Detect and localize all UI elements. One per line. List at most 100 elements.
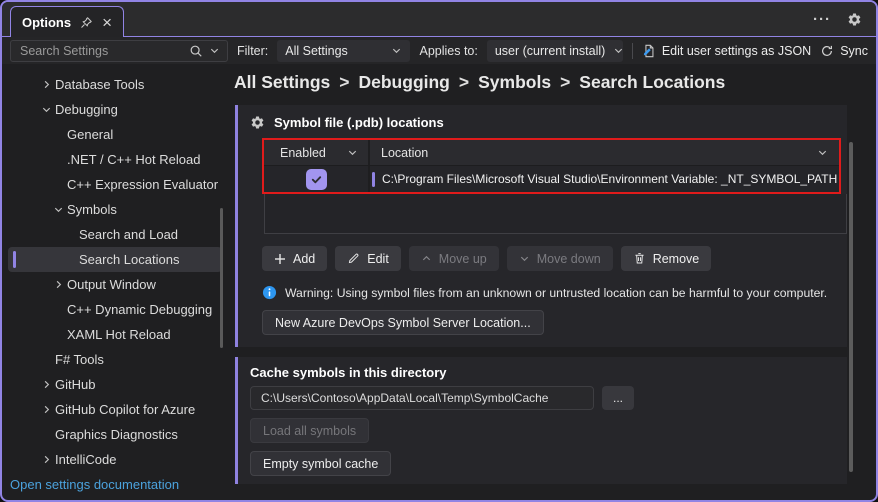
settings-nav: Database Tools Debugging General .NET / C++… [2,64,232,500]
enabled-cell [264,166,370,192]
empty-symbol-cache-button[interactable]: Empty symbol cache [250,451,391,476]
sidebar-item-label: Debugging [55,102,118,117]
chevron-down-icon [613,45,624,56]
sync-button[interactable]: Sync [820,44,868,58]
sidebar-item-intellicode[interactable]: IntelliCode [8,447,222,472]
close-icon[interactable]: × [102,14,112,31]
sidebar-item-xaml-hot-reload[interactable]: XAML Hot Reload [8,322,222,347]
new-azure-devops-location-button[interactable]: New Azure DevOps Symbol Server Location.… [262,310,544,335]
breadcrumb-separator: > [459,72,469,92]
chevron-right-icon[interactable] [53,279,67,290]
chevron-right-icon[interactable] [41,404,55,415]
sidebar-item-label: XAML Hot Reload [67,327,171,342]
options-tab[interactable]: Options × [10,6,124,37]
chevron-right-icon[interactable] [41,79,55,90]
sidebar-item-label: GitHub [55,377,95,392]
highlight-red-box: Enabled Location [262,138,841,194]
pin-icon[interactable] [80,16,93,29]
sidebar-item-database-tools[interactable]: Database Tools [8,72,222,97]
sidebar-item-label: Database Tools [55,77,144,92]
sidebar-item-label: GitHub Copilot for Azure [55,402,195,417]
sidebar-item-label: C++ Expression Evaluator [67,177,218,192]
symbol-locations-section: Symbol file (.pdb) locations Enabled Loc… [235,105,847,347]
cache-path-input[interactable] [250,386,594,410]
load-all-symbols-button[interactable]: Load all symbols [250,418,369,443]
sidebar-item-label: Search and Load [79,227,178,242]
sidebar-item-label: Graphics Diagnostics [55,427,178,442]
move-up-button[interactable]: Move up [409,246,499,271]
breadcrumb-segment: All Settings [234,72,330,92]
content-scrollbar[interactable] [849,142,853,472]
sync-icon [820,44,834,58]
cache-section-title: Cache symbols in this directory [250,365,835,380]
location-row[interactable]: C:\Program Files\Microsoft Visual Studio… [264,165,839,192]
sidebar-item-net-c-hot-reload[interactable]: .NET / C++ Hot Reload [8,147,222,172]
search-input[interactable] [18,43,183,59]
sidebar-item-github[interactable]: GitHub [8,372,222,397]
dialog-body: Database Tools Debugging General .NET / C++… [2,64,876,500]
enabled-column-label: Enabled [280,146,326,160]
sidebar-item-output-window[interactable]: Output Window [8,272,222,297]
sidebar-item-search-locations[interactable]: Search Locations [8,247,222,272]
breadcrumb-separator: > [339,72,349,92]
gear-icon[interactable] [847,12,862,27]
filter-dropdown[interactable]: All Settings [277,40,410,62]
enabled-checkbox[interactable] [306,169,327,190]
window-title: Options [22,15,71,30]
gear-icon [250,115,265,130]
enabled-column-header[interactable]: Enabled [264,140,370,165]
remove-button[interactable]: Remove [621,246,712,271]
titlebar: Options × ··· [2,2,876,36]
edit-json-label: Edit user settings as JSON [662,44,811,58]
move-down-button[interactable]: Move down [507,246,613,271]
sidebar-item-label: .NET / C++ Hot Reload [67,152,200,167]
search-chevron-icon[interactable] [209,45,220,56]
edit-json-button[interactable]: Edit user settings as JSON [642,44,811,58]
titlebar-actions: ··· [813,11,876,28]
browse-button[interactable]: ... [602,386,634,410]
sidebar-item-label: C++ Dynamic Debugging [67,302,212,317]
chevron-down-icon[interactable] [347,147,358,158]
locations-button-row: Add Edit Move up Move down [262,246,835,271]
breadcrumb-separator: > [560,72,570,92]
filter-label: Filter: [237,44,268,58]
open-settings-documentation-link[interactable]: Open settings documentation [10,477,179,492]
applies-to-dropdown[interactable]: user (current install) [487,40,623,62]
applies-to-label: Applies to: [419,44,477,58]
chevron-down-icon[interactable] [53,204,67,215]
sidebar-item-general[interactable]: General [8,122,222,147]
cache-section: Cache symbols in this directory ... Load… [235,357,847,484]
sidebar-item-symbols[interactable]: Symbols [8,197,222,222]
symbol-section-header: Symbol file (.pdb) locations [250,115,835,130]
sidebar-item-c-expression-evaluator[interactable]: C++ Expression Evaluator [8,172,222,197]
sidebar-item-search-and-load[interactable]: Search and Load [8,222,222,247]
location-column-label: Location [381,146,428,160]
chevron-right-icon[interactable] [41,379,55,390]
warning-row: Warning: Using symbol files from an unkn… [262,285,835,300]
breadcrumb: All Settings>Debugging>Symbols>Search Lo… [234,72,876,93]
sidebar-scrollbar[interactable] [220,208,223,348]
add-button[interactable]: Add [262,246,327,271]
settings-toolbar: Filter: All Settings Applies to: user (c… [2,36,876,64]
sidebar-item-github-copilot-for-azure[interactable]: GitHub Copilot for Azure [8,397,222,422]
edit-button[interactable]: Edit [335,246,401,271]
filter-value: All Settings [285,44,348,58]
chevron-down-icon[interactable] [817,147,828,158]
sidebar-item-c-dynamic-debugging[interactable]: C++ Dynamic Debugging [8,297,222,322]
sidebar-item-debugging[interactable]: Debugging [8,97,222,122]
more-options-icon[interactable]: ··· [813,11,831,28]
settings-content: All Settings>Debugging>Symbols>Search Lo… [232,64,876,500]
sidebar-item-f-tools[interactable]: F# Tools [8,347,222,372]
search-box[interactable] [10,40,228,62]
locations-list-empty-area[interactable] [264,194,847,234]
chevron-right-icon[interactable] [41,454,55,465]
info-icon [262,285,277,300]
chevron-down-icon[interactable] [41,104,55,115]
cache-path-row: ... [250,386,835,410]
search-icon [189,44,203,58]
row-selection-indicator [372,172,375,187]
symbol-section-title: Symbol file (.pdb) locations [274,115,444,130]
sidebar-item-graphics-diagnostics[interactable]: Graphics Diagnostics [8,422,222,447]
json-document-icon [642,44,656,58]
location-column-header[interactable]: Location [370,140,839,165]
